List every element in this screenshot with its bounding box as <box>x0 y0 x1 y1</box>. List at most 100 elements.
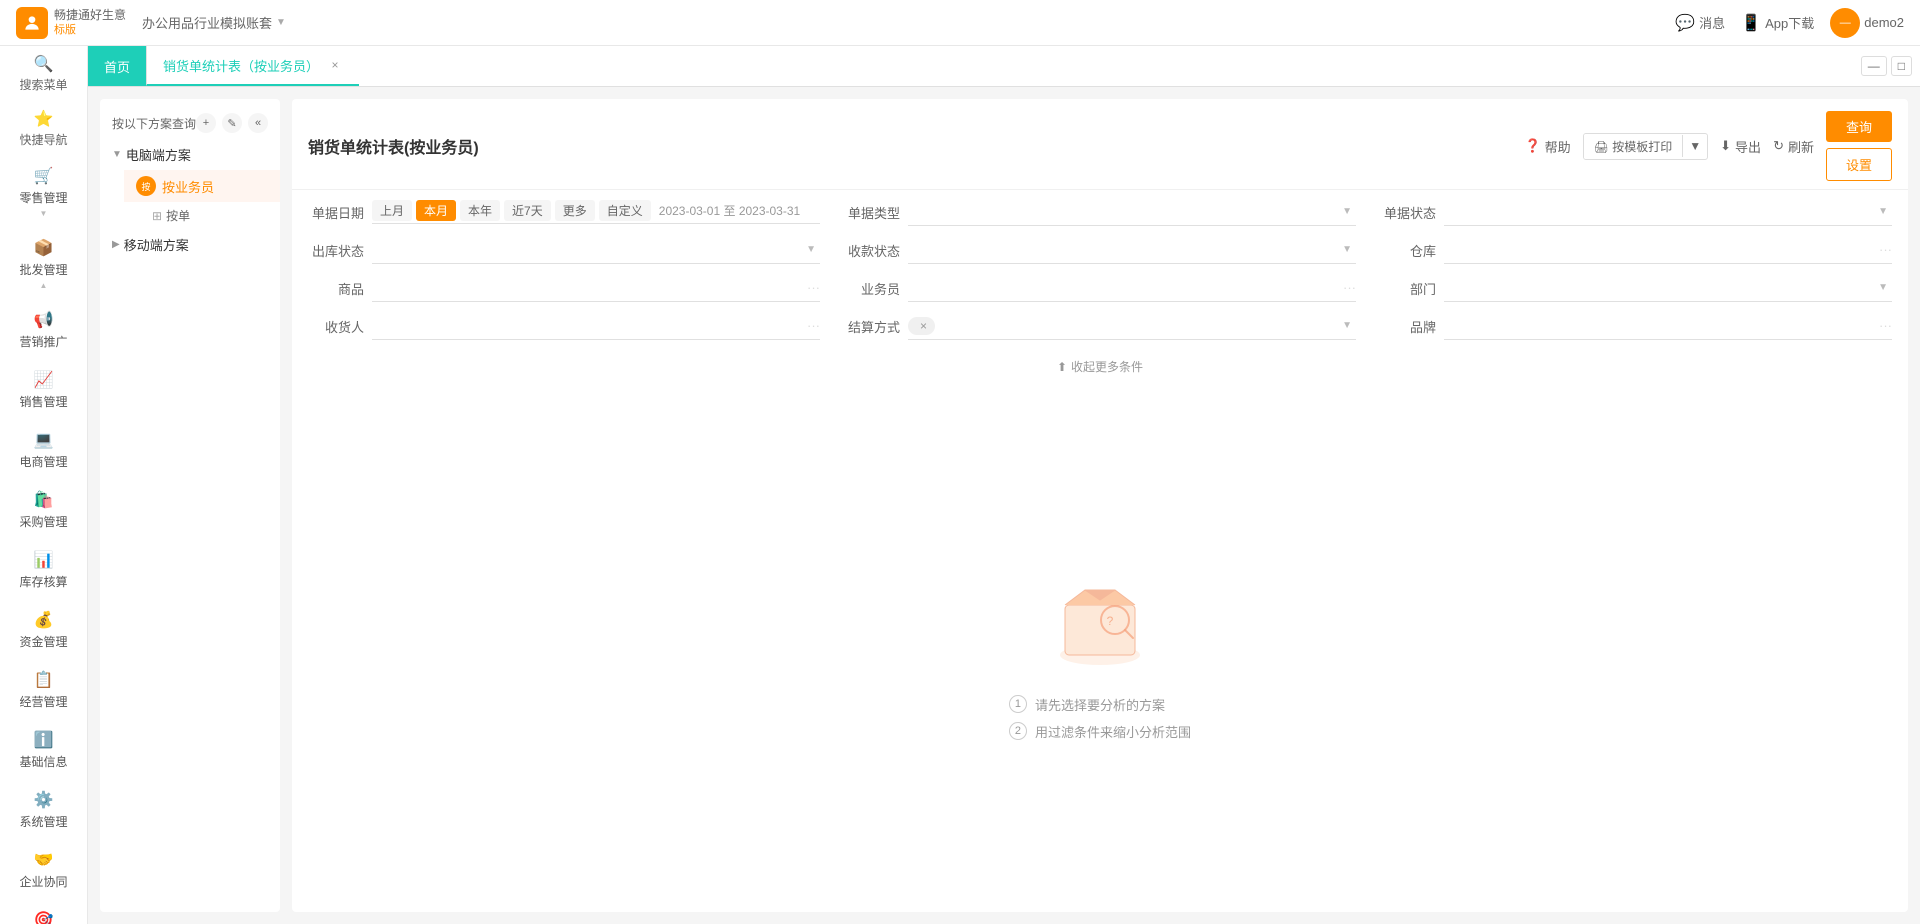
logo-area: 畅捷通好生意 标版 <box>16 7 126 39</box>
collapse-conditions-button[interactable]: ⬆ 收起更多条件 <box>308 350 1892 383</box>
download-button[interactable]: 📱 App下载 <box>1741 13 1814 33</box>
sidebar-item-marketing[interactable]: 📢 营销推广 <box>0 300 87 360</box>
sidebar-item-retail[interactable]: 🛒 零售管理 ▼ <box>0 156 87 228</box>
cooperation-icon: 🤝 <box>34 850 54 870</box>
query-button[interactable]: 查询 <box>1826 111 1892 142</box>
salesperson-dots[interactable]: ··· <box>1343 280 1356 295</box>
logo-icon <box>16 7 48 39</box>
logo-text: 畅捷通好生意 标版 <box>54 8 126 38</box>
sidebar-item-guide[interactable]: 🎯 新手引导 <box>0 900 87 924</box>
sidebar-item-ecommerce[interactable]: 💻 电商管理 <box>0 420 87 480</box>
sidebar-item-finance[interactable]: 💰 资金管理 <box>0 600 87 660</box>
panel-icons: + ✎ « <box>196 113 268 133</box>
tab-close-button[interactable]: × <box>327 57 343 73</box>
svg-text:?: ? <box>1107 614 1114 628</box>
warehouse-field[interactable]: ··· <box>1444 236 1892 264</box>
tree-computer-section[interactable]: ▼ 电脑端方案 <box>100 139 280 170</box>
doc-status-field[interactable]: ▼ <box>1444 198 1892 226</box>
minimize-button[interactable]: — <box>1861 56 1887 76</box>
sidebar-item-system[interactable]: ⚙️ 系统管理 <box>0 780 87 840</box>
page-title: 销货单统计表(按业务员) <box>308 134 479 158</box>
print-icon: 🖨 <box>1594 140 1609 154</box>
recipient-field[interactable]: ··· <box>372 312 820 340</box>
date-current-year[interactable]: 本年 <box>460 200 500 221</box>
tree-expand-icon: ▼ <box>112 149 122 160</box>
tab-home[interactable]: 首页 <box>88 46 146 86</box>
empty-steps: 1 请先选择要分析的方案 2 用过滤条件来缩小分析范围 <box>1009 695 1191 741</box>
sidebar-item-search[interactable]: 🔍 搜索菜单 <box>0 46 87 101</box>
download-icon: 📱 <box>1741 13 1761 33</box>
user-menu[interactable]: — demo2 <box>1830 8 1904 38</box>
sidebar-item-sales[interactable]: 📈 销售管理 <box>0 360 87 420</box>
print-dropdown-button[interactable]: ▼ <box>1682 135 1707 157</box>
guide-icon: 🎯 <box>34 910 54 924</box>
system-icon: ⚙️ <box>34 790 54 810</box>
sidebar-item-operations[interactable]: 📋 经营管理 <box>0 660 87 720</box>
empty-illustration: ? <box>1040 563 1160 683</box>
form-row-2: 出库状态 ▼ 收款状态 ▼ 仓库 ··· <box>308 236 1892 264</box>
sidebar-item-cooperation[interactable]: 🤝 企业协同 <box>0 840 87 900</box>
settlement-field[interactable]: × ▼ <box>908 312 1356 340</box>
settlement-clear-tag: × <box>908 317 935 335</box>
tab-bar: 首页 销货单统计表（按业务员） × — □ <box>88 46 1920 87</box>
sidebar-item-wholesale[interactable]: 📦 批发管理 ▲ <box>0 228 87 300</box>
salesperson-field[interactable]: ··· <box>908 274 1356 302</box>
collapse-scheme-button[interactable]: « <box>248 113 268 133</box>
add-scheme-button[interactable]: + <box>196 113 216 133</box>
form-row-3: 商品 ··· 业务员 ··· 部门 ▼ <box>308 274 1892 302</box>
refresh-button[interactable]: ↻ 刷新 <box>1773 137 1814 156</box>
warehouse-dots[interactable]: ··· <box>1879 242 1892 257</box>
goods-dots[interactable]: ··· <box>807 280 820 295</box>
empty-state: ? 1 请先选择要分析的方案 2 用过滤条件来缩小分析范围 <box>292 391 1908 912</box>
inventory-icon: 📊 <box>34 550 54 570</box>
finance-icon: 💰 <box>34 610 54 630</box>
department-arrow: ▼ <box>1874 282 1892 293</box>
sidebar-item-quicknav[interactable]: ⭐ 快捷导航 <box>0 101 87 156</box>
date-current-month[interactable]: 本月 <box>416 200 456 221</box>
form-row-1: 单据日期 上月 本月 本年 近7天 更多 自定义 2023-03-01 至 20… <box>308 198 1892 226</box>
left-panel: 按以下方案查询 + ✎ « ▼ 电脑端方案 按 <box>100 99 280 912</box>
tree-item-by-doc[interactable]: ⊞ 按单 <box>140 202 280 229</box>
settings-button[interactable]: 设置 <box>1826 148 1892 181</box>
collapse-icon: ⬆ <box>1057 360 1067 374</box>
doc-type-field[interactable]: ▼ <box>908 198 1356 226</box>
star-icon: ⭐ <box>34 109 54 129</box>
sidebar-item-basicinfo[interactable]: ℹ️ 基础信息 <box>0 720 87 780</box>
page-content: 按以下方案查询 + ✎ « ▼ 电脑端方案 按 <box>88 87 1920 924</box>
export-button[interactable]: ⬇ 导出 <box>1720 137 1761 156</box>
message-icon: 💬 <box>1675 13 1695 33</box>
department-field[interactable]: ▼ <box>1444 274 1892 302</box>
out-status-field[interactable]: ▼ <box>372 236 820 264</box>
tree-item-salesperson[interactable]: 按 按业务员 <box>124 170 280 202</box>
recipient-dots[interactable]: ··· <box>807 318 820 333</box>
edit-scheme-button[interactable]: ✎ <box>222 113 242 133</box>
app-selector[interactable]: 办公用品行业模拟账套 ▼ <box>134 9 294 36</box>
brand-field[interactable]: ··· <box>1444 312 1892 340</box>
date-last-month[interactable]: 上月 <box>372 200 412 221</box>
content-area: 首页 销货单统计表（按业务员） × — □ 按以下方案查询 + ✎ « <box>88 46 1920 924</box>
goods-field[interactable]: ··· <box>372 274 820 302</box>
message-button[interactable]: 💬 消息 <box>1675 13 1725 33</box>
date-more[interactable]: 更多 <box>555 200 595 221</box>
tree-mobile-section[interactable]: ▶ 移动端方案 <box>100 229 280 260</box>
sidebar-item-inventory[interactable]: 📊 库存核算 <box>0 540 87 600</box>
operations-icon: 📋 <box>34 670 54 690</box>
tree-mobile-expand-icon: ▶ <box>112 239 120 250</box>
print-main-button[interactable]: 🖨 按模板打印 <box>1584 134 1683 159</box>
date-custom[interactable]: 自定义 <box>599 200 651 221</box>
export-icon: ⬇ <box>1720 138 1731 154</box>
topbar-left: 畅捷通好生意 标版 办公用品行业模拟账套 ▼ <box>16 7 294 39</box>
page-title-bar: 销货单统计表(按业务员) ❓ 帮助 🖨 按模板打印 ▼ <box>292 99 1908 190</box>
tab-sales-stats[interactable]: 销货单统计表（按业务员） × <box>146 46 359 86</box>
collection-field[interactable]: ▼ <box>908 236 1356 264</box>
title-actions: ❓ 帮助 🖨 按模板打印 ▼ ⬇ 导出 <box>1524 111 1892 181</box>
help-icon: ❓ <box>1524 138 1540 154</box>
sidebar-item-purchase[interactable]: 🛍️ 采购管理 <box>0 480 87 540</box>
settlement-clear-button[interactable]: × <box>920 319 927 333</box>
recipient-input[interactable] <box>372 316 807 335</box>
date-7days[interactable]: 近7天 <box>504 200 551 221</box>
brand-dots[interactable]: ··· <box>1879 318 1892 333</box>
help-button[interactable]: ❓ 帮助 <box>1524 137 1570 156</box>
form-row-4: 收货人 ··· 结算方式 × ▼ <box>308 312 1892 340</box>
maximize-button[interactable]: □ <box>1891 56 1912 76</box>
